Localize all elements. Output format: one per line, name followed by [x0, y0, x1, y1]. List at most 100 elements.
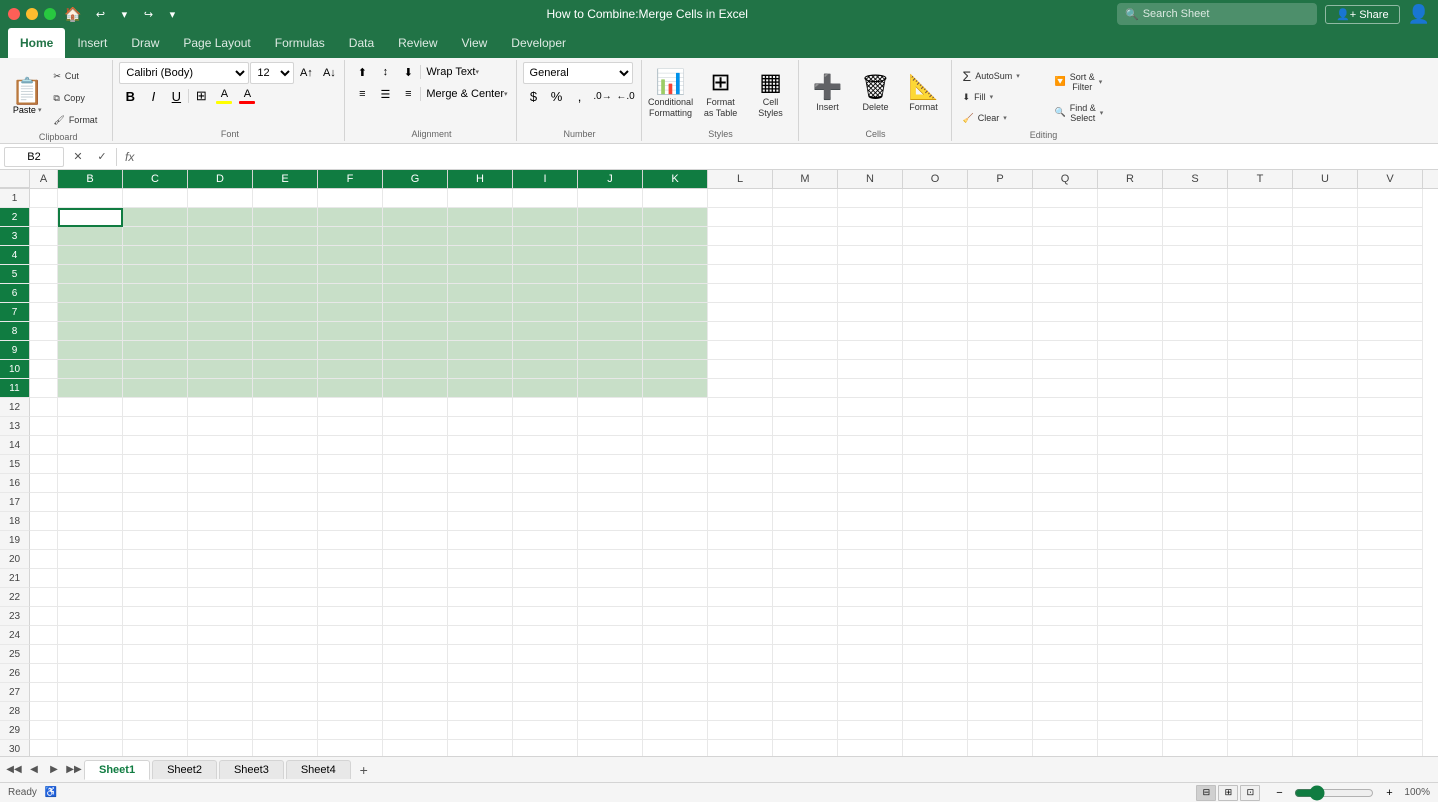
cell-l10[interactable] — [708, 360, 773, 379]
col-header-g[interactable]: G — [383, 170, 448, 188]
cell-b7[interactable] — [58, 303, 123, 322]
cell-l13[interactable] — [708, 417, 773, 436]
row-number[interactable]: 25 — [0, 645, 30, 664]
cell-i21[interactable] — [513, 569, 578, 588]
cell-c13[interactable] — [123, 417, 188, 436]
cell-f15[interactable] — [318, 455, 383, 474]
cell-j20[interactable] — [578, 550, 643, 569]
cell-n4[interactable] — [838, 246, 903, 265]
cell-p2[interactable] — [968, 208, 1033, 227]
cell-u16[interactable] — [1293, 474, 1358, 493]
cell-o14[interactable] — [903, 436, 968, 455]
cell-n6[interactable] — [838, 284, 903, 303]
cell-d16[interactable] — [188, 474, 253, 493]
cell-r7[interactable] — [1098, 303, 1163, 322]
cell-f9[interactable] — [318, 341, 383, 360]
cell-u9[interactable] — [1293, 341, 1358, 360]
cell-h25[interactable] — [448, 645, 513, 664]
cell-k12[interactable] — [643, 398, 708, 417]
cell-h21[interactable] — [448, 569, 513, 588]
col-header-b[interactable]: B — [58, 170, 123, 188]
row-number[interactable]: 9 — [0, 341, 30, 360]
cell-j1[interactable] — [578, 189, 643, 208]
cell-l27[interactable] — [708, 683, 773, 702]
cell-a7[interactable] — [30, 303, 58, 322]
cell-h13[interactable] — [448, 417, 513, 436]
cell-k6[interactable] — [643, 284, 708, 303]
cell-q13[interactable] — [1033, 417, 1098, 436]
cell-s10[interactable] — [1163, 360, 1228, 379]
cell-b16[interactable] — [58, 474, 123, 493]
cell-i19[interactable] — [513, 531, 578, 550]
cell-e5[interactable] — [253, 265, 318, 284]
cell-r25[interactable] — [1098, 645, 1163, 664]
cell-t13[interactable] — [1228, 417, 1293, 436]
cell-j22[interactable] — [578, 588, 643, 607]
cell-q27[interactable] — [1033, 683, 1098, 702]
cell-i27[interactable] — [513, 683, 578, 702]
cell-a16[interactable] — [30, 474, 58, 493]
cell-n8[interactable] — [838, 322, 903, 341]
cell-a15[interactable] — [30, 455, 58, 474]
cell-m5[interactable] — [773, 265, 838, 284]
cell-p7[interactable] — [968, 303, 1033, 322]
cell-e28[interactable] — [253, 702, 318, 721]
cell-t1[interactable] — [1228, 189, 1293, 208]
row-number[interactable]: 29 — [0, 721, 30, 740]
cell-u1[interactable] — [1293, 189, 1358, 208]
cell-v9[interactable] — [1358, 341, 1423, 360]
cell-a25[interactable] — [30, 645, 58, 664]
cell-p24[interactable] — [968, 626, 1033, 645]
cell-k9[interactable] — [643, 341, 708, 360]
cell-o13[interactable] — [903, 417, 968, 436]
cell-e3[interactable] — [253, 227, 318, 246]
cell-s4[interactable] — [1163, 246, 1228, 265]
cell-e13[interactable] — [253, 417, 318, 436]
cell-k17[interactable] — [643, 493, 708, 512]
cell-q2[interactable] — [1033, 208, 1098, 227]
cell-p4[interactable] — [968, 246, 1033, 265]
increase-font-size-button[interactable]: A↑ — [295, 63, 317, 83]
cell-k26[interactable] — [643, 664, 708, 683]
cell-o19[interactable] — [903, 531, 968, 550]
cell-e30[interactable] — [253, 740, 318, 756]
bold-button[interactable]: B — [119, 86, 141, 106]
cell-p15[interactable] — [968, 455, 1033, 474]
sheet-tab-2[interactable]: Sheet2 — [152, 760, 217, 779]
row-number[interactable]: 8 — [0, 322, 30, 341]
cell-a12[interactable] — [30, 398, 58, 417]
cell-s13[interactable] — [1163, 417, 1228, 436]
cell-p10[interactable] — [968, 360, 1033, 379]
row-number[interactable]: 19 — [0, 531, 30, 550]
cell-k10[interactable] — [643, 360, 708, 379]
cell-n11[interactable] — [838, 379, 903, 398]
cell-j12[interactable] — [578, 398, 643, 417]
col-header-r[interactable]: R — [1098, 170, 1163, 188]
cell-c1[interactable] — [123, 189, 188, 208]
tab-home[interactable]: Home — [8, 28, 65, 58]
italic-button[interactable]: I — [142, 86, 164, 106]
cell-h29[interactable] — [448, 721, 513, 740]
cell-l21[interactable] — [708, 569, 773, 588]
cell-d27[interactable] — [188, 683, 253, 702]
cell-t5[interactable] — [1228, 265, 1293, 284]
cell-g7[interactable] — [383, 303, 448, 322]
cell-o30[interactable] — [903, 740, 968, 756]
cell-c15[interactable] — [123, 455, 188, 474]
clear-button[interactable]: 🧹 Clear ▾ — [958, 108, 1048, 128]
cell-s3[interactable] — [1163, 227, 1228, 246]
row-number[interactable]: 1 — [0, 189, 30, 208]
cell-u5[interactable] — [1293, 265, 1358, 284]
cell-v13[interactable] — [1358, 417, 1423, 436]
cell-e16[interactable] — [253, 474, 318, 493]
cell-d20[interactable] — [188, 550, 253, 569]
cell-j14[interactable] — [578, 436, 643, 455]
cell-r16[interactable] — [1098, 474, 1163, 493]
cell-g25[interactable] — [383, 645, 448, 664]
cell-p23[interactable] — [968, 607, 1033, 626]
fill-color-button[interactable]: A — [213, 86, 235, 106]
cell-s19[interactable] — [1163, 531, 1228, 550]
cell-s30[interactable] — [1163, 740, 1228, 756]
undo-button[interactable]: ↩ — [89, 4, 111, 24]
cell-i9[interactable] — [513, 341, 578, 360]
